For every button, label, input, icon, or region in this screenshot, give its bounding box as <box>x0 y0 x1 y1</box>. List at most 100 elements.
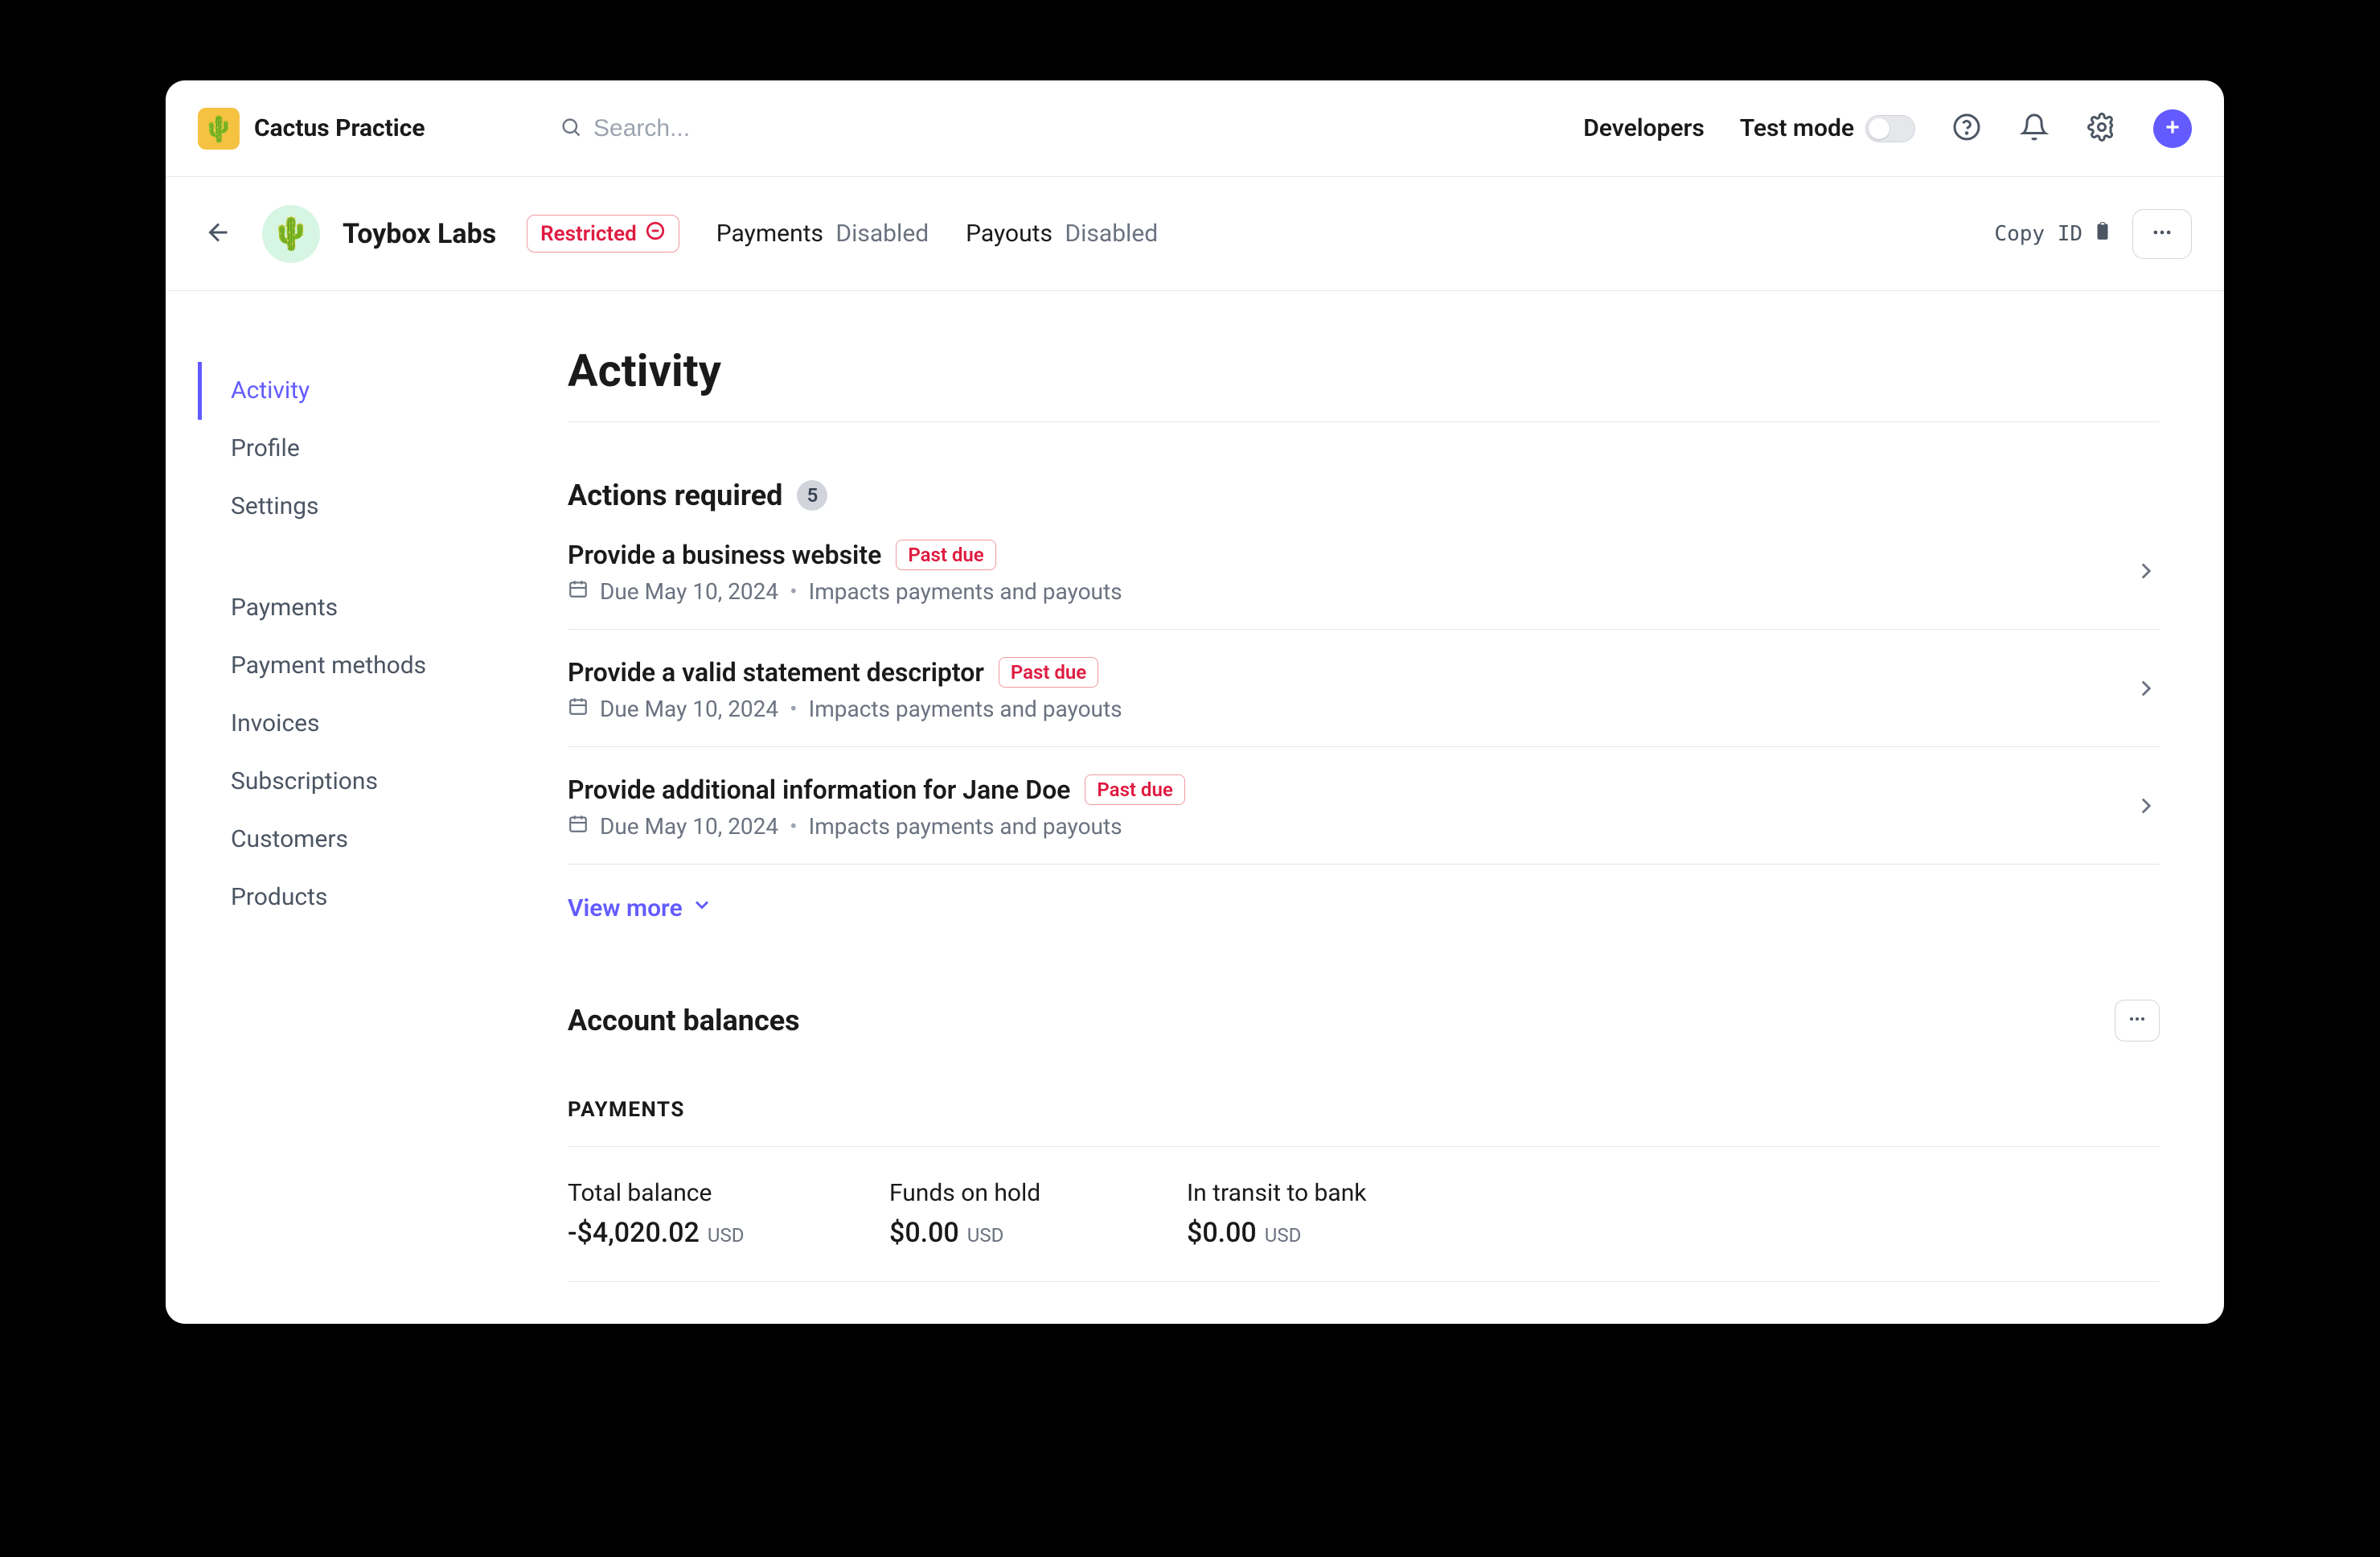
balance-label: In transit to bank <box>1187 1179 1508 1207</box>
payments-status: Payments Disabled <box>716 220 929 248</box>
dots-horizontal-icon <box>2128 1009 2147 1032</box>
balance-amount: $0.00 <box>889 1217 959 1249</box>
action-meta: Due May 10, 2024 • Impacts payments and … <box>568 696 2132 722</box>
action-impact: Impacts payments and payouts <box>809 696 1122 722</box>
sidebar-item-profile[interactable]: Profile <box>198 420 519 478</box>
back-button[interactable] <box>198 212 240 257</box>
action-due: Due May 10, 2024 <box>600 813 778 840</box>
plus-icon <box>2162 117 2183 141</box>
balance-label: Funds on hold <box>889 1179 1187 1207</box>
subheader: 🌵 Toybox Labs Restricted Payments Disabl… <box>166 177 2224 291</box>
brand-logo: 🌵 <box>198 108 240 150</box>
action-due: Due May 10, 2024 <box>600 696 778 722</box>
balance-amount: -$4,020.02 <box>568 1217 700 1249</box>
payouts-label: Payouts <box>966 220 1053 248</box>
copy-id-label: Copy ID <box>1994 222 2082 246</box>
payments-label: Payments <box>716 220 823 248</box>
past-due-badge: Past due <box>1085 774 1184 805</box>
action-item[interactable]: Provide additional information for Jane … <box>568 747 2160 865</box>
action-item[interactable]: Provide a business website Past due Due … <box>568 512 2160 630</box>
payouts-status: Payouts Disabled <box>966 220 1158 248</box>
balance-total: Total balance -$4,020.02 USD <box>568 1179 889 1249</box>
main-content: Activity Actions required 5 Provide a bu… <box>552 291 2224 1324</box>
create-button[interactable] <box>2153 109 2192 148</box>
view-more-label: View more <box>568 894 683 922</box>
balance-value: -$4,020.02 USD <box>568 1217 744 1249</box>
help-button[interactable] <box>1951 113 1983 145</box>
action-body: Provide a valid statement descriptor Pas… <box>568 657 2132 722</box>
balance-amount: $0.00 <box>1187 1217 1257 1249</box>
balances-more-button[interactable] <box>2115 1000 2160 1041</box>
action-impact: Impacts payments and payouts <box>809 813 1122 840</box>
sidebar: Activity Profile Settings Payments Payme… <box>166 291 552 1324</box>
search[interactable] <box>560 115 1567 142</box>
restricted-badge: Restricted <box>527 215 679 253</box>
sidebar-item-products[interactable]: Products <box>198 869 519 926</box>
dot-separator: • <box>790 813 797 840</box>
action-title: Provide a business website <box>568 540 881 570</box>
restricted-label: Restricted <box>540 222 637 246</box>
balance-currency: USD <box>967 1224 1004 1247</box>
action-item[interactable]: Provide a valid statement descriptor Pas… <box>568 630 2160 747</box>
action-body: Provide a business website Past due Due … <box>568 540 2132 605</box>
action-due: Due May 10, 2024 <box>600 578 778 605</box>
view-more-button[interactable]: View more <box>568 894 713 922</box>
chevron-right-icon <box>2132 557 2160 588</box>
notifications-button[interactable] <box>2018 113 2050 145</box>
balance-transit: In transit to bank $0.00 USD <box>1187 1179 1508 1249</box>
sidebar-item-activity[interactable]: Activity <box>198 362 519 420</box>
sidebar-item-invoices[interactable]: Invoices <box>198 695 519 753</box>
developers-link[interactable]: Developers <box>1583 114 1704 142</box>
actions-required-label: Actions required <box>568 479 782 512</box>
sidebar-item-customers[interactable]: Customers <box>198 811 519 869</box>
account-avatar: 🌵 <box>262 205 320 263</box>
more-actions-button[interactable] <box>2132 209 2192 259</box>
sidebar-item-payment-methods[interactable]: Payment methods <box>198 637 519 695</box>
test-mode-toggle-group: Test mode <box>1740 114 1915 142</box>
sidebar-item-subscriptions[interactable]: Subscriptions <box>198 753 519 811</box>
action-title: Provide additional information for Jane … <box>568 774 1070 805</box>
settings-button[interactable] <box>2086 113 2118 145</box>
account-name: Toybox Labs <box>343 218 496 250</box>
payments-section-label: PAYMENTS <box>568 1098 2160 1147</box>
past-due-badge: Past due <box>999 657 1098 688</box>
toggle-knob <box>1869 118 1890 139</box>
balance-label: Total balance <box>568 1179 889 1207</box>
app-window: 🌵 Cactus Practice Developers Test mode <box>166 80 2224 1324</box>
search-input[interactable] <box>593 115 1567 142</box>
help-icon <box>1952 113 1981 145</box>
sidebar-group-resources: Payments Payment methods Invoices Subscr… <box>198 579 519 926</box>
balance-currency: USD <box>1265 1224 1302 1247</box>
brand-name: Cactus Practice <box>254 114 425 142</box>
dot-separator: • <box>790 578 797 605</box>
account-balances-heading: Account balances <box>568 1000 2160 1041</box>
past-due-badge: Past due <box>896 540 995 570</box>
page-title: Activity <box>568 344 2160 422</box>
calendar-icon <box>568 813 589 840</box>
chevron-right-icon <box>2132 792 2160 823</box>
search-icon <box>560 116 582 142</box>
balance-value: $0.00 USD <box>1187 1217 1301 1249</box>
balance-hold: Funds on hold $0.00 USD <box>889 1179 1187 1249</box>
subheader-right: Copy ID <box>1994 209 2192 259</box>
actions-required-heading: Actions required 5 <box>568 479 2160 512</box>
bell-icon <box>2020 113 2049 145</box>
gear-icon <box>2087 113 2116 145</box>
minus-circle-icon <box>645 220 666 247</box>
brand: 🌵 Cactus Practice <box>198 108 544 150</box>
payouts-status-value: Disabled <box>1065 220 1158 248</box>
copy-id-button[interactable]: Copy ID <box>1994 220 2113 247</box>
chevron-right-icon <box>2132 675 2160 705</box>
action-meta: Due May 10, 2024 • Impacts payments and … <box>568 578 2132 605</box>
balance-currency: USD <box>708 1224 745 1247</box>
sidebar-item-settings[interactable]: Settings <box>198 478 519 536</box>
test-mode-toggle[interactable] <box>1865 115 1915 142</box>
sidebar-item-payments[interactable]: Payments <box>198 579 519 637</box>
action-impact: Impacts payments and payouts <box>809 578 1122 605</box>
balance-value: $0.00 USD <box>889 1217 1003 1249</box>
dots-horizontal-icon <box>2151 221 2173 247</box>
dot-separator: • <box>790 696 797 722</box>
balances-row: Total balance -$4,020.02 USD Funds on ho… <box>568 1147 2160 1282</box>
calendar-icon <box>568 696 589 722</box>
payments-status-value: Disabled <box>835 220 929 248</box>
